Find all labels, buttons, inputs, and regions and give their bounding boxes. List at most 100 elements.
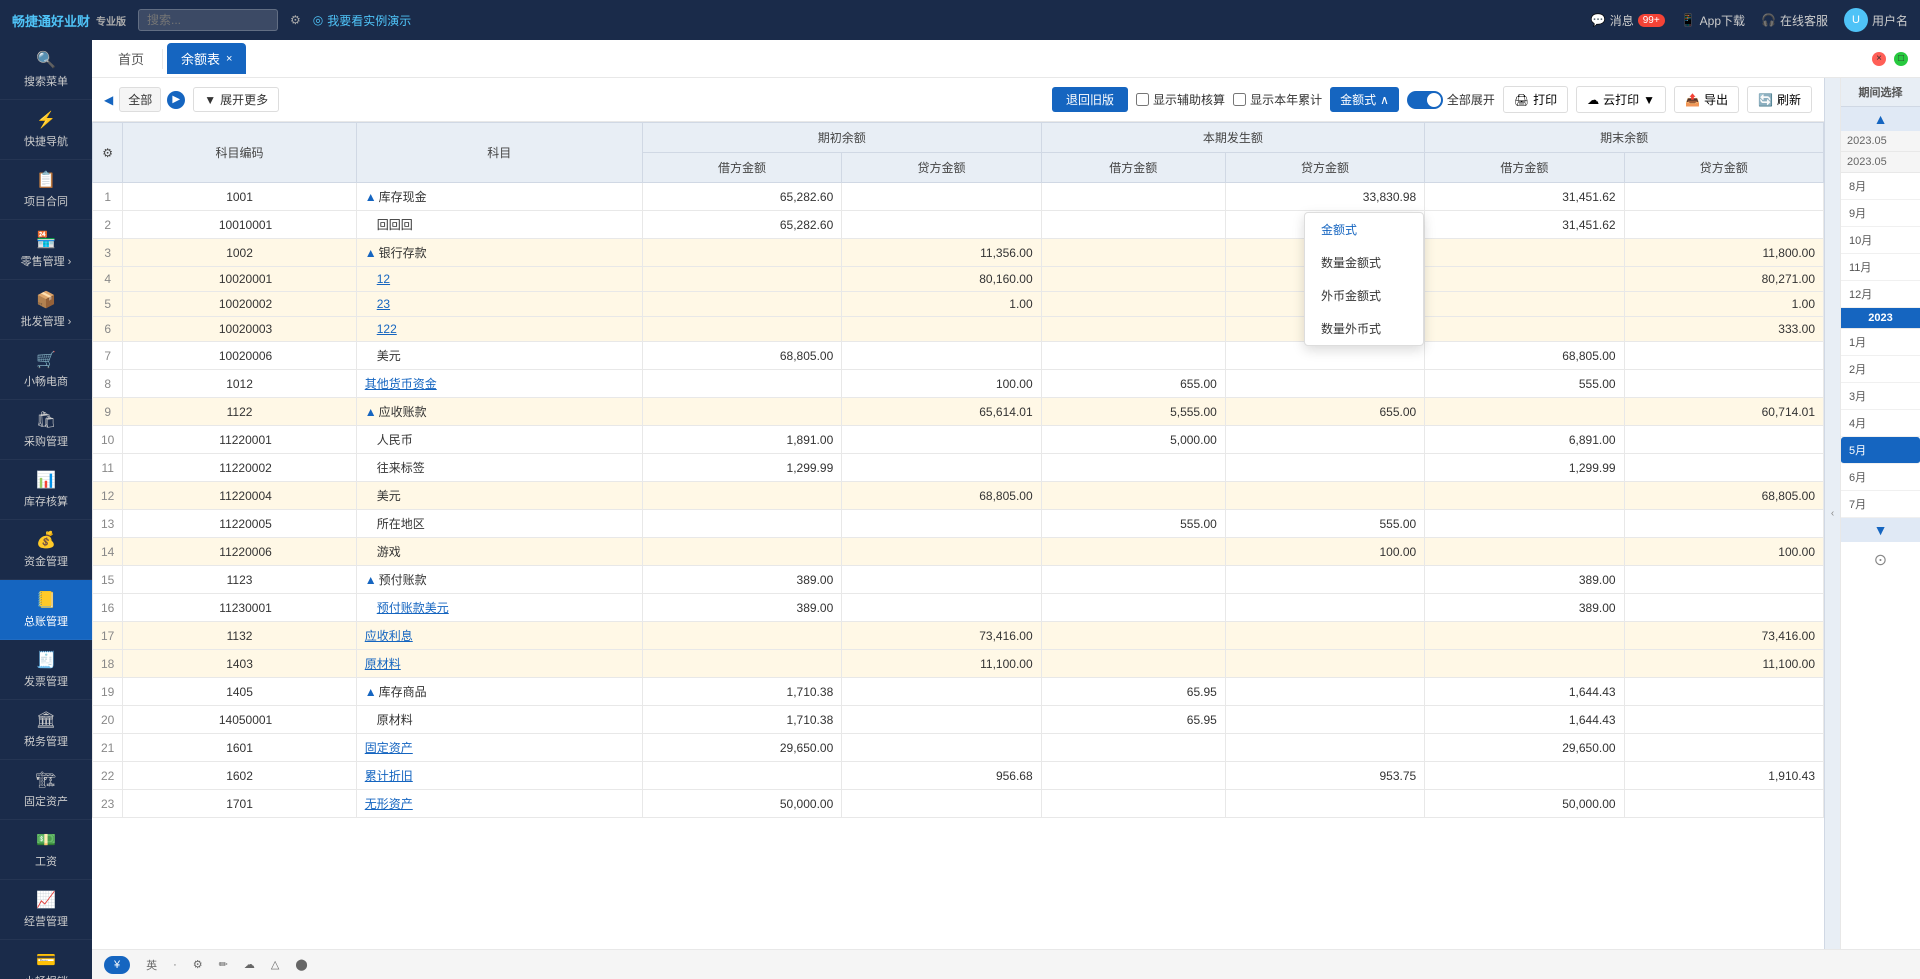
export-btn[interactable]: 📤 导出 [1674,86,1739,113]
month-8[interactable]: 8月 [1841,173,1920,200]
month-11[interactable]: 11月 [1841,254,1920,281]
currency-btn[interactable]: ¥ [104,956,130,974]
month-7[interactable]: 7月 [1841,491,1920,518]
sidebar-item-retail[interactable]: 🏪 零售管理 › [0,220,92,280]
status-edit-icon[interactable]: ✏ [219,958,228,971]
month-2[interactable]: 2月 [1841,356,1920,383]
main-layout: 🔍 搜索菜单 ⚡ 快捷导航 📋 项目合同 🏪 零售管理 › 📦 批发管理 › 🛒… [0,40,1920,979]
th-end-debit: 借方金额 [1425,153,1624,183]
show-yearly-check[interactable]: 显示本年累计 [1233,91,1322,108]
expand-more-btn[interactable]: ▼ 展开更多 [193,87,279,112]
settings-icon[interactable]: ⚙ [290,13,301,27]
show-subsidiary-check[interactable]: 显示辅助核算 [1136,91,1225,108]
month-12[interactable]: 12月 [1841,281,1920,308]
month-3[interactable]: 3月 [1841,383,1920,410]
table-row: 11 11220002 往来标签 1,299.99 1,299.99 [93,454,1824,482]
win-close-btn[interactable]: × [1872,52,1886,66]
breadcrumb-right-icon[interactable]: ▶ [167,91,185,109]
print-btn[interactable]: 🖨 打印 [1503,86,1568,113]
sidebar-item-salary[interactable]: 💵 工资 [0,820,92,880]
return-old-btn[interactable]: 退回旧版 [1052,87,1128,112]
cell-subject[interactable]: 其他货币资金 [356,370,642,398]
sidebar-item-ecommerce[interactable]: 🛒 小畅电商 [0,340,92,400]
status-lang[interactable]: 英 [146,957,157,973]
tab-balance-sheet[interactable]: 余额表 × [167,43,246,74]
cell-subject[interactable]: 12 [356,267,642,292]
tab-home[interactable]: 首页 [104,43,158,74]
cell-end-credit [1624,706,1823,734]
sidebar-item-capital[interactable]: 💰 资金管理 [0,520,92,580]
sidebar-item-expense[interactable]: 💳 小畅报销 [0,940,92,979]
format-item-qty-foreign[interactable]: 数量外币式 [1305,312,1423,345]
status-settings-icon[interactable]: ⚙ [193,958,203,971]
cell-code: 11220002 [123,454,356,482]
sidebar-item-purchase[interactable]: 🛍 采购管理 [0,400,92,460]
sidebar-item-quicknav[interactable]: ⚡ 快捷导航 [0,100,92,160]
month-6[interactable]: 6月 [1841,464,1920,491]
top-search-input[interactable] [138,9,278,31]
message-btn[interactable]: 💬 消息 99+ [1591,12,1665,29]
cell-subject[interactable]: 23 [356,292,642,317]
cell-subject[interactable]: 应收利息 [356,622,642,650]
breadcrumb-btn[interactable]: 全部 [119,87,161,112]
period-up-btn[interactable]: ▲ [1841,107,1920,131]
sidebar-item-inventory[interactable]: 📊 库存核算 [0,460,92,520]
status-triangle-icon[interactable]: △ [271,958,279,971]
month-1[interactable]: 1月 [1841,329,1920,356]
cell-end-debit: 1,644.43 [1425,706,1624,734]
refresh-btn[interactable]: 🔄 刷新 [1747,86,1812,113]
app-download-btn[interactable]: 📱 App下载 [1681,12,1745,29]
cell-subject[interactable]: 原材料 [356,650,642,678]
demo-link[interactable]: ◎ 我要看实例演示 [313,12,412,29]
cell-code: 1602 [123,762,356,790]
sidebar-item-wholesale[interactable]: 📦 批发管理 › [0,280,92,340]
cell-end-credit: 11,100.00 [1624,650,1823,678]
sidebar-label-retail: 零售管理 › [4,253,88,269]
toggle-expand-switch[interactable] [1407,91,1443,109]
expand-all-toggle[interactable]: 全部展开 [1407,91,1495,109]
sidebar-item-operations[interactable]: 📈 经营管理 [0,880,92,940]
cell-cur-credit [1225,790,1424,818]
tab-close-btn[interactable]: × [226,53,232,65]
sidebar-item-invoice[interactable]: 🧾 发票管理 [0,640,92,700]
month-5[interactable]: 5月 [1841,437,1920,464]
search-icon: 🔍 [4,50,88,70]
sidebar-item-assets[interactable]: 🏗 固定资产 [0,760,92,820]
sidebar-item-tax[interactable]: 🏛 税务管理 [0,700,92,760]
format-item-amount[interactable]: 金额式 [1305,213,1423,246]
cell-subject[interactable]: 累计折旧 [356,762,642,790]
format-item-qty-amount[interactable]: 数量金额式 [1305,246,1423,279]
cloud-print-btn[interactable]: ☁ 云打印 ▼ [1576,86,1666,113]
cell-subject[interactable]: 122 [356,317,642,342]
status-cloud-icon[interactable]: ☁ [244,958,255,971]
status-circle-icon[interactable]: ⬤ [295,958,307,971]
table-row: 14 11220006 游戏 100.00 100.00 [93,538,1824,566]
cell-subject[interactable]: 固定资产 [356,734,642,762]
sidebar-item-project[interactable]: 📋 项目合同 [0,160,92,220]
month-4[interactable]: 4月 [1841,410,1920,437]
year-group-2024: 2023 [1841,308,1920,329]
format-item-foreign-amount[interactable]: 外币金额式 [1305,279,1423,312]
subsidiary-checkbox[interactable] [1136,93,1149,106]
yearly-checkbox[interactable] [1233,93,1246,106]
cell-open-debit: 389.00 [642,594,841,622]
period-collapse-btn[interactable]: ‹ [1824,78,1840,949]
cell-no: 15 [93,566,123,594]
cell-code: 1403 [123,650,356,678]
user-profile[interactable]: U 用户名 [1844,8,1908,32]
th-end-credit: 贷方金额 [1624,153,1823,183]
month-9[interactable]: 9月 [1841,200,1920,227]
month-10[interactable]: 10月 [1841,227,1920,254]
cell-subject[interactable]: 预付账款美元 [356,594,642,622]
cell-code: 10020002 [123,292,356,317]
period-collapse-circle[interactable]: ⊙ [1841,542,1920,578]
sidebar-item-search[interactable]: 🔍 搜索菜单 [0,40,92,100]
sidebar-item-ledger[interactable]: 📒 总账管理 [0,580,92,640]
cell-no: 4 [93,267,123,292]
period-down-btn[interactable]: ▼ [1841,518,1920,542]
cell-subject[interactable]: 无形资产 [356,790,642,818]
format-dropdown-btn[interactable]: 金额式 ∧ [1330,87,1399,112]
cell-open-debit: 65,282.60 [642,183,841,211]
online-service-btn[interactable]: 🎧 在线客服 [1761,12,1828,29]
win-max-btn[interactable]: □ [1894,52,1908,66]
